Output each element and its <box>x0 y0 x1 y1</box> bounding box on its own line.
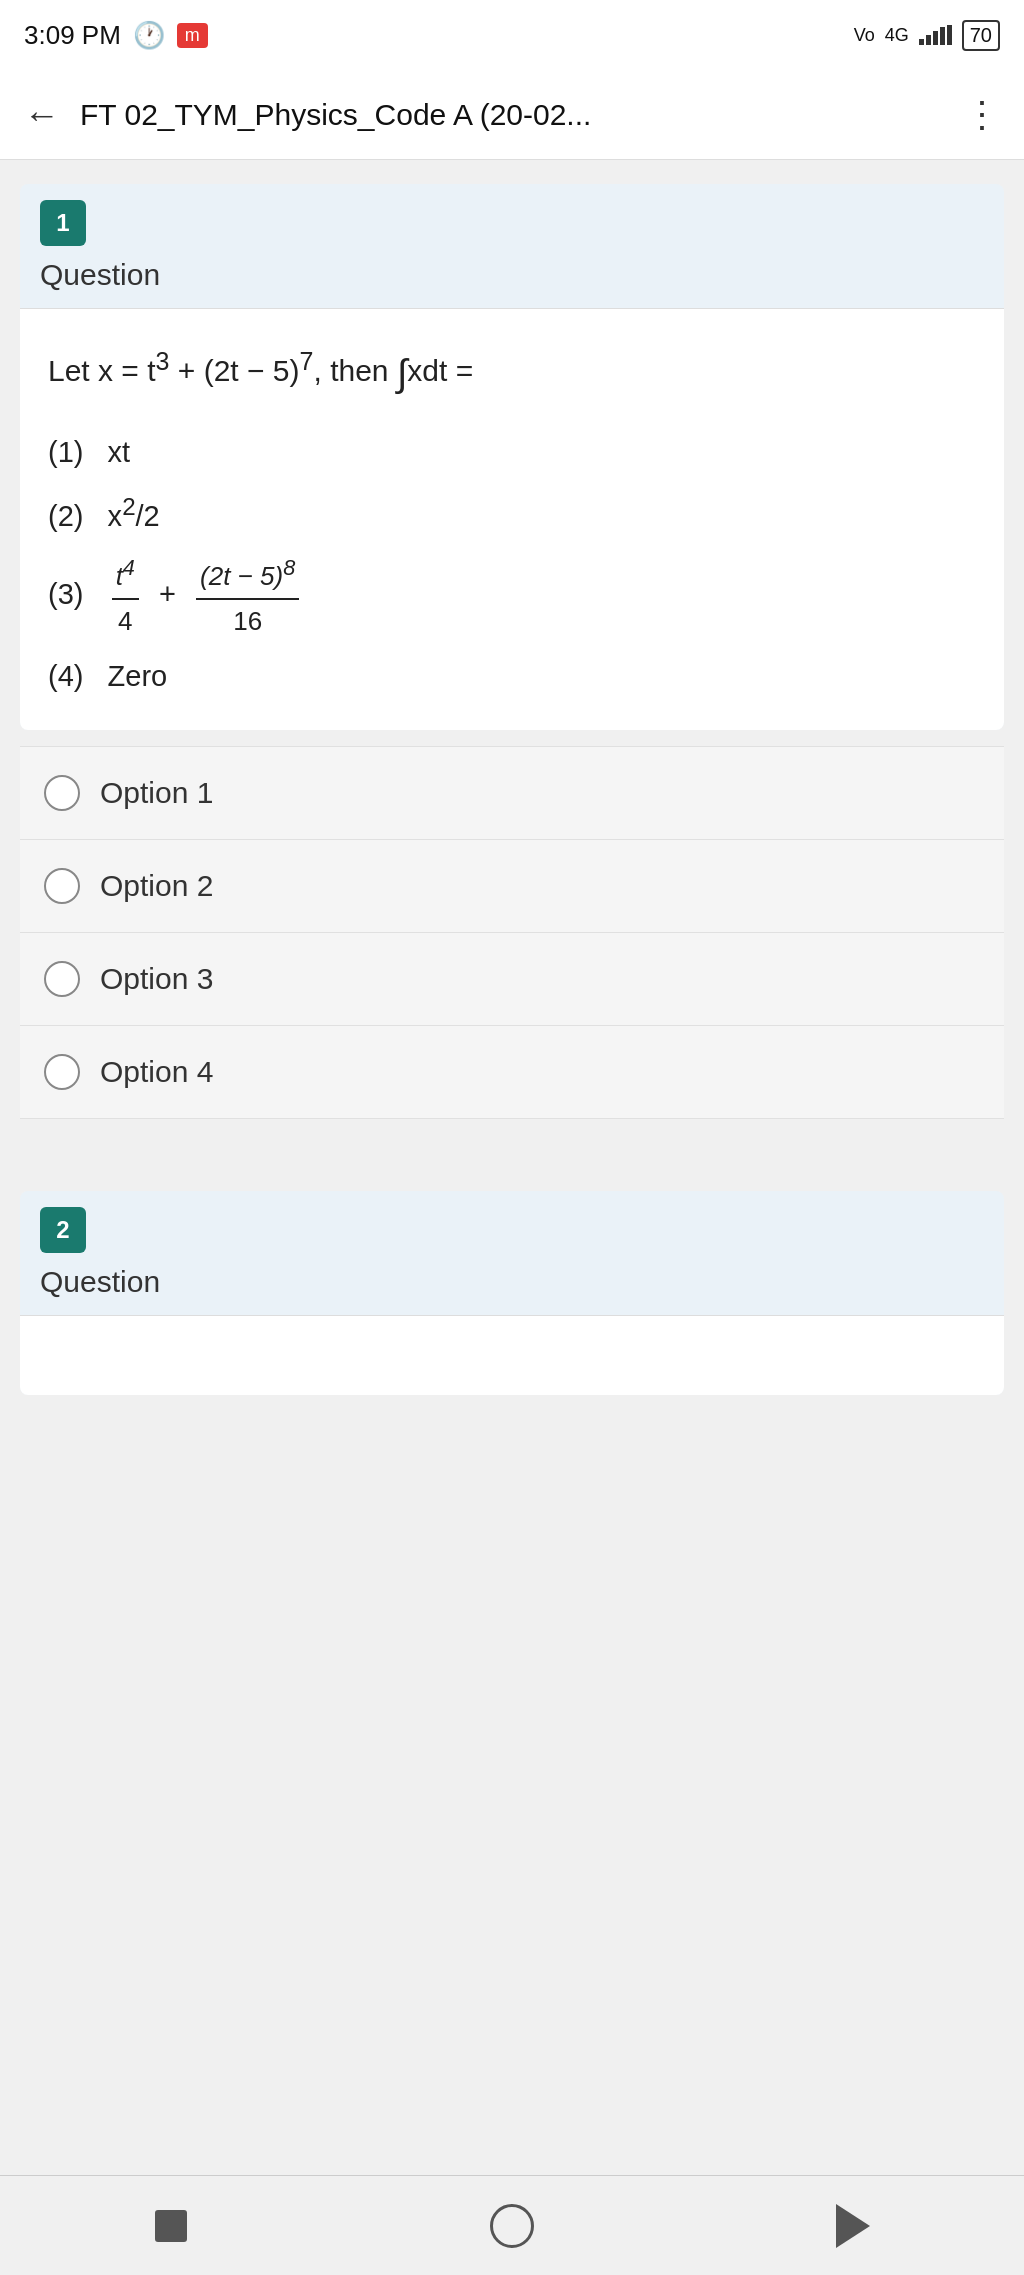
notification-icon: m <box>177 23 208 48</box>
network-4g-label: 4G <box>885 25 909 46</box>
question-2-label: Question <box>40 1261 984 1303</box>
question-2-content-placeholder <box>20 1315 1004 1395</box>
question-2-card: 2 Question <box>20 1191 1004 1395</box>
question-2-badge: 2 <box>40 1207 86 1253</box>
status-right: Vo 4G 70 <box>854 20 1000 51</box>
home-button[interactable] <box>482 2196 542 2256</box>
option-4-row[interactable]: Option 4 <box>20 1026 1004 1119</box>
recents-button[interactable] <box>141 2196 201 2256</box>
battery-display: 70 <box>962 20 1000 51</box>
nav-bar: ← FT 02_TYM_Physics_Code A (20-02... ⋮ <box>0 70 1024 160</box>
home-icon <box>490 2204 534 2248</box>
question-1-content: Let x = t3 + (2t − 5)7, then ∫xdt = (1) … <box>20 308 1004 730</box>
question-1-card: 1 Question Let x = t3 + (2t − 5)7, then … <box>20 184 1004 730</box>
more-options-button[interactable]: ⋮ <box>964 94 1000 136</box>
option-1-label: Option 1 <box>100 776 213 810</box>
main-content: 1 Question Let x = t3 + (2t − 5)7, then … <box>0 160 1024 1555</box>
status-left: 3:09 PM 🕐 m <box>24 20 208 51</box>
options-container: Option 1 Option 2 Option 3 Option 4 <box>20 746 1004 1119</box>
question-2-header: 2 Question <box>20 1191 1004 1315</box>
question-1-text: Let x = t3 + (2t − 5)7, then ∫xdt = <box>48 341 976 403</box>
option-3-radio[interactable] <box>44 961 80 997</box>
spacer-1 <box>20 1143 1004 1175</box>
alarm-icon: 🕐 <box>133 20 165 51</box>
bottom-spacer <box>20 1411 1004 1531</box>
time-display: 3:09 PM <box>24 20 121 51</box>
question-1-label: Question <box>40 254 984 296</box>
option-2-label: Option 2 <box>100 869 213 903</box>
choice-2: (2) x2/2 <box>48 489 976 538</box>
choice-1: (1) xt <box>48 431 976 475</box>
option-2-row[interactable]: Option 2 <box>20 840 1004 933</box>
status-bar: 3:09 PM 🕐 m Vo 4G 70 <box>0 0 1024 70</box>
option-1-radio[interactable] <box>44 775 80 811</box>
option-3-label: Option 3 <box>100 962 213 996</box>
signal-icon <box>919 25 952 45</box>
page-title: FT 02_TYM_Physics_Code A (20-02... <box>80 98 944 132</box>
choice-3: (3) t4 4 + (2t − 5)8 16 <box>48 552 976 641</box>
recents-icon <box>155 2210 187 2242</box>
question-1-badge: 1 <box>40 200 86 246</box>
option-4-label: Option 4 <box>100 1055 213 1089</box>
bottom-nav-bar <box>0 2175 1024 2275</box>
back-button[interactable]: ← <box>24 94 60 136</box>
choice-4: (4) Zero <box>48 655 976 699</box>
option-4-radio[interactable] <box>44 1054 80 1090</box>
network-label: Vo <box>854 25 875 46</box>
option-1-row[interactable]: Option 1 <box>20 746 1004 840</box>
question-1-choices: (1) xt (2) x2/2 (3) t4 4 + (2t − 5)8 16 <box>48 431 976 698</box>
option-2-radio[interactable] <box>44 868 80 904</box>
back-nav-button[interactable] <box>823 2196 883 2256</box>
question-1-header: 1 Question <box>20 184 1004 308</box>
back-icon <box>836 2204 870 2248</box>
option-3-row[interactable]: Option 3 <box>20 933 1004 1026</box>
